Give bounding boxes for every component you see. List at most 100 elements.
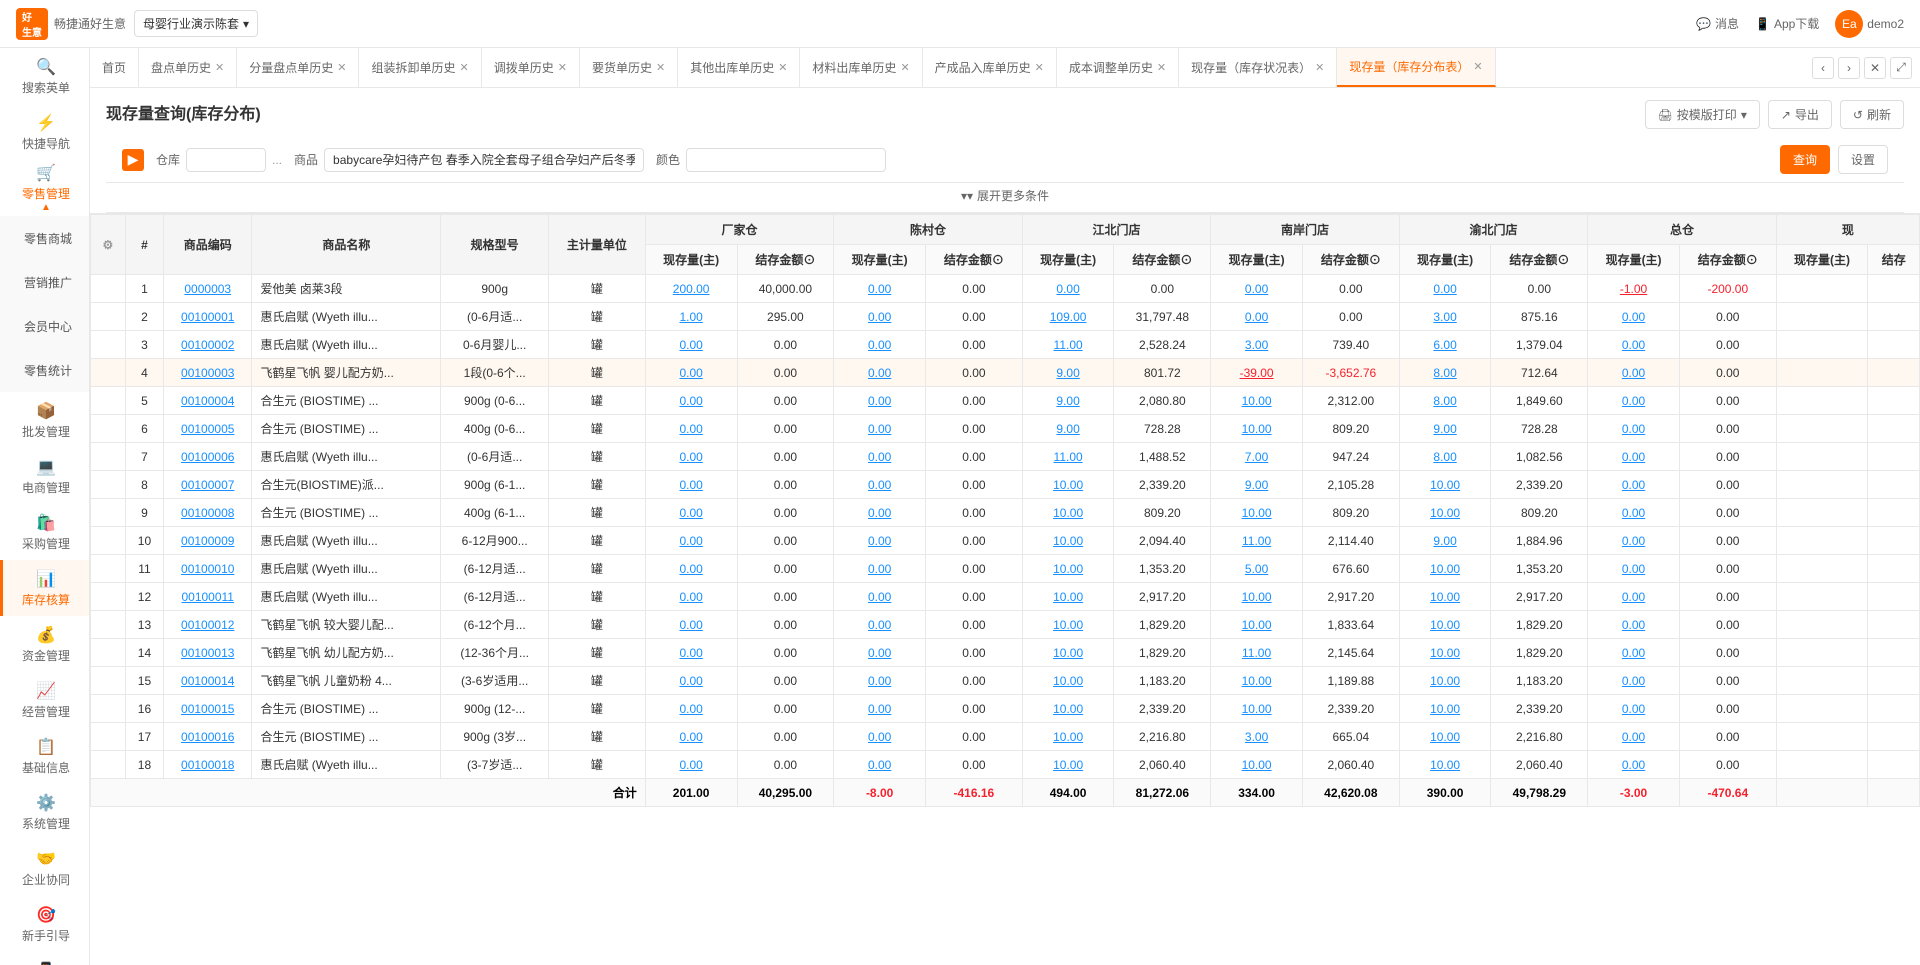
tab-close-stock-dist[interactable]: ✕ (1473, 60, 1482, 73)
sidebar-item-marketing[interactable]: 营销推广 (0, 260, 89, 304)
warehouse-dots: ... (272, 153, 282, 167)
sidebar-item-basic[interactable]: 📋 基础信息 (0, 728, 89, 784)
col-settings[interactable]: ⚙ (91, 215, 126, 275)
product-input[interactable] (324, 148, 644, 172)
tab-close-inventory1[interactable]: ✕ (215, 61, 224, 74)
tab-transfer[interactable]: 调拨单历史 ✕ (482, 48, 580, 87)
cell-unit: 罐 (549, 555, 646, 583)
export-btn[interactable]: ↗ 导出 (1768, 100, 1832, 129)
sidebar-item-operations[interactable]: 📈 经营管理 (0, 672, 89, 728)
sidebar-item-purchase[interactable]: 🛍️ 采购管理 (0, 504, 89, 560)
tab-close-material-out[interactable]: ✕ (900, 61, 909, 74)
print-btn[interactable]: 🖨 按模版打印 ▾ (1645, 100, 1760, 129)
tab-material-out[interactable]: 材料出库单历史 ✕ (800, 48, 922, 87)
cell-unit: 罐 (549, 611, 646, 639)
tab-close-cost-adj[interactable]: ✕ (1157, 61, 1166, 74)
system-selector[interactable]: 母婴行业演示陈套 ▾ (134, 10, 258, 37)
sidebar-item-inventory[interactable]: 📊 库存核算 (0, 560, 89, 616)
tab-close-stock-status[interactable]: ✕ (1315, 61, 1324, 74)
cell-w2-amt: 0.00 (925, 667, 1022, 695)
cell-extra1 (1776, 667, 1868, 695)
logo-area: 好生意 畅捷通好生意 (16, 8, 126, 40)
cell-w1-amt: 295.00 (737, 303, 834, 331)
tab-inventory1[interactable]: 盘点单历史 ✕ (139, 48, 237, 87)
cell-code: 00100012 (164, 611, 252, 639)
filter-expand-btn[interactable]: ▾▾ 展开更多条件 (961, 187, 1049, 204)
tab-stock-status[interactable]: 现存量（库存状况表） ✕ (1179, 48, 1337, 87)
query-btn[interactable]: 查询 (1780, 145, 1830, 174)
cell-w5-qty: 10.00 (1399, 471, 1491, 499)
sidebar-item-guide[interactable]: 🎯 新手引导 (0, 896, 89, 952)
tab-product-in[interactable]: 产成品入库单历史 ✕ (923, 48, 1057, 87)
cell-code: 00100001 (164, 303, 252, 331)
message-btn[interactable]: 💬 消息 (1696, 15, 1739, 32)
tab-home[interactable]: 首页 (90, 48, 139, 87)
tab-close-transfer[interactable]: ✕ (558, 61, 567, 74)
cell-w5-amt: 0.00 (1491, 275, 1588, 303)
tab-close-inventory2[interactable]: ✕ (337, 61, 346, 74)
tab-stock-dist[interactable]: 现存量（库存分布表） ✕ (1337, 48, 1495, 87)
cell-w4-amt: 2,060.40 (1302, 751, 1399, 779)
tab-prev-btn[interactable]: ‹ (1812, 57, 1834, 79)
cell-w3-amt: 801.72 (1114, 359, 1211, 387)
refresh-btn[interactable]: ↺ 刷新 (1840, 100, 1904, 129)
settings-btn[interactable]: 设置 (1838, 145, 1888, 174)
cell-w1-amt: 0.00 (737, 443, 834, 471)
sidebar-item-search[interactable]: 🔍 搜索英单 (0, 48, 89, 104)
sidebar-item-enterprise[interactable]: 🤝 企业协同 (0, 840, 89, 896)
inventory-icon: 📊 (36, 569, 56, 589)
cell-w4-qty: 10.00 (1211, 415, 1303, 443)
table-area[interactable]: ⚙ # 商品编码 商品名称 规格型号 主计量单位 厂家仓 陈村仓 江北门店 南岸… (90, 214, 1920, 965)
cell-code: 00100006 (164, 443, 252, 471)
sidebar-item-retail-stat[interactable]: 零售统计 (0, 348, 89, 392)
sidebar-item-retail[interactable]: 🛒 零售管理 ▲ (0, 160, 89, 216)
tab-close-product-in[interactable]: ✕ (1035, 61, 1044, 74)
sidebar-item-appcenter[interactable]: 📱 应用中心 (0, 952, 89, 965)
tab-close-all-btn[interactable]: ✕ (1864, 57, 1886, 79)
tab-request[interactable]: 要货单历史 ✕ (580, 48, 678, 87)
cell-w2-qty: 0.00 (834, 611, 926, 639)
sidebar-item-system[interactable]: ⚙️ 系统管理 (0, 784, 89, 840)
tab-assemble[interactable]: 组装拆卸单历史 ✕ (359, 48, 481, 87)
cell-w4-qty: 10.00 (1211, 611, 1303, 639)
sidebar-item-shop[interactable]: 零售商城 (0, 216, 89, 260)
cell-idx: 16 (125, 695, 163, 723)
tab-close-assemble[interactable]: ✕ (460, 61, 469, 74)
cell-w5-qty: 8.00 (1399, 359, 1491, 387)
table-row: 9 00100008 合生元 (BIOSTIME) ... 400g (6-1.… (91, 499, 1920, 527)
cell-w1-qty: 0.00 (645, 723, 737, 751)
warehouse-input[interactable] (186, 148, 266, 172)
cell-w3-qty: 11.00 (1022, 331, 1114, 359)
sidebar-item-member[interactable]: 会员中心 (0, 304, 89, 348)
cell-w3-qty: 10.00 (1022, 751, 1114, 779)
tab-close-request[interactable]: ✕ (656, 61, 665, 74)
tab-expand-btn[interactable]: ⤢ (1890, 57, 1912, 79)
cell-w1-amt: 0.00 (737, 723, 834, 751)
sidebar-item-shortcut[interactable]: ⚡ 快捷导航 (0, 104, 89, 160)
tab-close-other-out[interactable]: ✕ (778, 61, 787, 74)
cell-w4-amt: 0.00 (1302, 275, 1399, 303)
cell-w5-amt: 1,849.60 (1491, 387, 1588, 415)
cell-name: 飞鹤星飞帆 儿童奶粉 4... (252, 667, 441, 695)
sidebar-item-ecom[interactable]: 💻 电商管理 (0, 448, 89, 504)
tab-next-btn[interactable]: › (1838, 57, 1860, 79)
cell-total-amt: 0.00 (1679, 555, 1776, 583)
cell-idx: 6 (125, 415, 163, 443)
tab-other-out[interactable]: 其他出库单历史 ✕ (678, 48, 800, 87)
cell-total-qty: 0.00 (1588, 723, 1680, 751)
color-input[interactable] (686, 148, 886, 172)
user-menu[interactable]: Ea demo2 (1835, 10, 1904, 38)
cell-name: 飞鹤星飞帆 婴儿配方奶... (252, 359, 441, 387)
app-download-btn[interactable]: 📱 App下载 (1755, 15, 1819, 32)
filter-toggle-btn[interactable]: ▶ (122, 149, 144, 171)
sidebar-item-wholesale[interactable]: 📦 批发管理 (0, 392, 89, 448)
cell-spec: (3-7岁适... (441, 751, 549, 779)
filter-color: 颜色 (656, 148, 886, 172)
cell-unit: 罐 (549, 695, 646, 723)
color-label: 颜色 (656, 151, 680, 168)
sidebar-item-finance[interactable]: 💰 资金管理 (0, 616, 89, 672)
col-total-qty: 现存量(主) (1588, 245, 1680, 275)
cell-code: 00100007 (164, 471, 252, 499)
tab-cost-adj[interactable]: 成本调整单历史 ✕ (1057, 48, 1179, 87)
tab-inventory2[interactable]: 分量盘点单历史 ✕ (237, 48, 359, 87)
